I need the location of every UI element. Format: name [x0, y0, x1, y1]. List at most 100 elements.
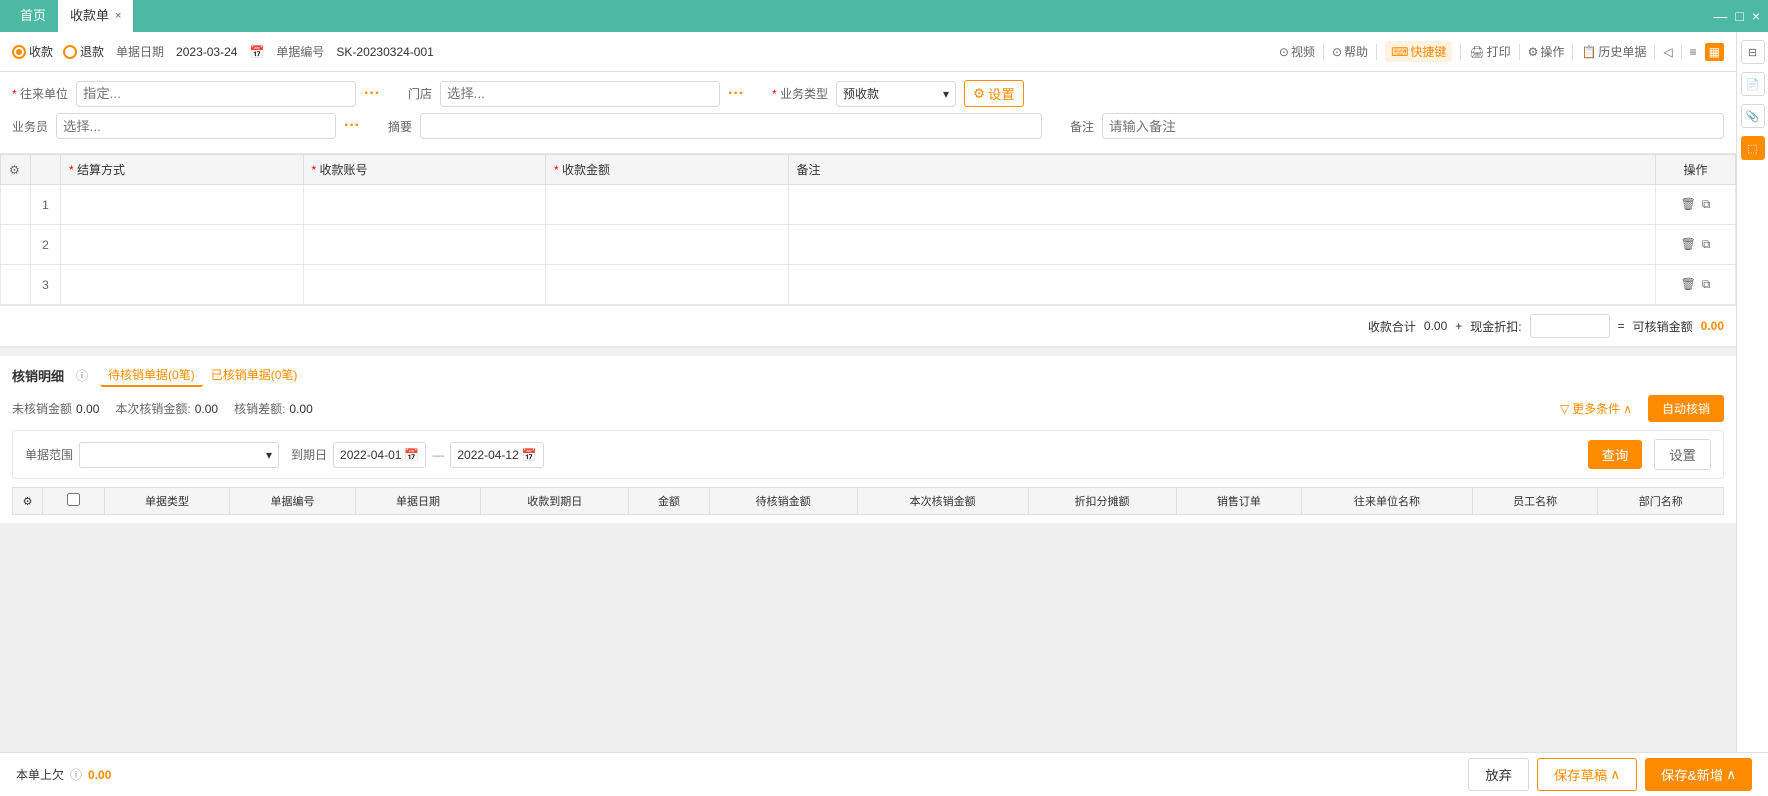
radio-receive[interactable]: 收款	[12, 43, 53, 60]
discount-input[interactable]	[1530, 314, 1610, 338]
td-action-2: 🗑 ⧉	[1656, 225, 1736, 265]
maximize-icon[interactable]: □	[1735, 8, 1743, 24]
customer-more-icon[interactable]: ···	[364, 85, 380, 103]
abandon-button[interactable]: 放弃	[1468, 758, 1529, 791]
tab-done[interactable]: 已核销单据(0笔)	[203, 364, 306, 387]
sidebar-attach-icon[interactable]: 📎	[1741, 104, 1765, 128]
minimize-icon[interactable]: —	[1713, 8, 1727, 24]
copy-icon-1[interactable]: ⧉	[1702, 197, 1711, 212]
more-conditions-label: 更多条件	[1572, 400, 1620, 417]
th-current-amount: 本次核销金额	[857, 488, 1028, 515]
store-input[interactable]	[440, 81, 720, 107]
tab-close-icon[interactable]: ×	[115, 0, 121, 32]
print-btn[interactable]: 🖨 打印	[1469, 43, 1510, 60]
customer-input[interactable]	[76, 81, 356, 107]
gear-bottom-icon[interactable]: ⚙	[23, 496, 33, 508]
date-separator: —	[432, 448, 444, 462]
bottom-table: ⚙ 单据类型 单据编号 单据日期 收款到期日 金额 待核销金额 本次核销金额 折…	[12, 487, 1724, 515]
td-row-3: 3	[31, 265, 61, 305]
due-label: 到期日	[291, 446, 327, 463]
draft-label: 保存草稿	[1554, 765, 1607, 784]
td-settlement-3[interactable]	[61, 265, 304, 305]
store-more-icon[interactable]: ···	[728, 85, 744, 103]
summary-input[interactable]	[420, 113, 1042, 139]
filter-settings-button[interactable]: 设置	[1654, 439, 1711, 470]
td-note-1[interactable]	[788, 185, 1656, 225]
td-row-2: 2	[31, 225, 61, 265]
more-conditions-btn[interactable]: ▽ 更多条件 ∧	[1560, 400, 1632, 417]
help-icon: ⊙	[1332, 45, 1342, 59]
td-amount-3[interactable]	[546, 265, 789, 305]
order-label: 本单上欠	[16, 766, 64, 783]
td-row-1: 1	[31, 185, 61, 225]
footer: 本单上欠 ⓘ 0.00 放弃 保存草稿 ∧ 保存&新增 ∧	[0, 752, 1768, 796]
range-chevron-icon: ▾	[266, 448, 272, 462]
filter-range: 单据范围 ▾	[25, 442, 279, 468]
tab-pending[interactable]: 待核销单据(0笔)	[100, 364, 203, 387]
close-icon[interactable]: ×	[1752, 8, 1760, 24]
td-amount-2[interactable]	[546, 225, 789, 265]
layout-icon[interactable]: ≡	[1690, 45, 1697, 59]
td-account-2[interactable]	[303, 225, 546, 265]
td-amount-1[interactable]	[546, 185, 789, 225]
save-label: 保存&新增	[1661, 765, 1723, 784]
date-start-value: 2022-04-01	[340, 448, 401, 462]
sidebar-active-icon[interactable]: ⬚	[1741, 136, 1765, 160]
table-gear-icon[interactable]: ⚙	[9, 163, 20, 177]
equals-sign: =	[1618, 319, 1625, 333]
shortcut-btn[interactable]: ⌨ 快捷键	[1385, 41, 1452, 62]
gear-icon: ⚙	[973, 86, 985, 102]
staff-more-icon[interactable]: ···	[344, 117, 360, 135]
note-input[interactable]	[1102, 113, 1724, 139]
td-note-2[interactable]	[788, 225, 1656, 265]
date-start[interactable]: 2022-04-01 📅	[333, 442, 426, 468]
range-select[interactable]: ▾	[79, 442, 279, 468]
save-button[interactable]: 保存&新增 ∧	[1645, 758, 1752, 791]
main-table: ⚙ 结算方式 收款账号 收款金额 备注 操作	[0, 154, 1736, 305]
td-note-3[interactable]	[788, 265, 1656, 305]
help-btn[interactable]: ⊙ 帮助	[1332, 43, 1368, 60]
select-all-checkbox[interactable]	[67, 493, 80, 506]
staff-input[interactable]	[56, 113, 336, 139]
settings-button[interactable]: ⚙ 设置	[964, 80, 1024, 107]
divider4	[1519, 44, 1520, 60]
sidebar-table-icon[interactable]: ⊟	[1741, 40, 1765, 64]
radio-receive-dot	[12, 45, 26, 59]
nav-prev-icon[interactable]: ◁	[1663, 45, 1672, 59]
tab-active[interactable]: 收款单 ×	[58, 0, 133, 32]
th-staff-name: 员工名称	[1472, 488, 1598, 515]
td-empty2	[1, 225, 31, 265]
tab-home[interactable]: 首页	[8, 0, 58, 32]
operation-btn[interactable]: ⚙ 操作	[1528, 43, 1565, 60]
delete-icon-1[interactable]: 🗑	[1681, 197, 1696, 212]
sidebar-doc-icon[interactable]: 📄	[1741, 72, 1765, 96]
td-account-3[interactable]	[303, 265, 546, 305]
grid-icon[interactable]: ▦	[1705, 43, 1724, 61]
range-label: 单据范围	[25, 446, 73, 463]
th-customer-name: 往来单位名称	[1302, 488, 1473, 515]
td-empty3	[1, 265, 31, 305]
auto-reconcile-button[interactable]: 自动核销	[1648, 395, 1724, 422]
th-sales-order: 销售订单	[1176, 488, 1302, 515]
td-account-1[interactable]	[303, 185, 546, 225]
calendar-icon[interactable]: 📅	[249, 45, 264, 59]
business-type-select[interactable]: 预收款 ▾	[836, 81, 956, 107]
date-end[interactable]: 2022-04-12 📅	[450, 442, 543, 468]
delete-icon-2[interactable]: 🗑	[1681, 237, 1696, 252]
delete-icon-3[interactable]: 🗑	[1681, 277, 1696, 292]
copy-icon-3[interactable]: ⧉	[1702, 277, 1711, 292]
save-chevron-icon: ∧	[1726, 767, 1736, 783]
query-button[interactable]: 查询	[1588, 440, 1643, 469]
history-btn[interactable]: 📋 历史单据	[1581, 43, 1646, 60]
reconcile-section: 核销明细 ⓘ 待核销单据(0笔) 已核销单据(0笔) 未核销金额 0.00 本次…	[0, 356, 1736, 523]
form-area: 往来单位 ··· 门店 ··· 业务类型 预收款 ▾ ⚙ 设置 业务员 ···	[0, 72, 1736, 154]
stat-diff: 核销差额: 0.00	[234, 400, 313, 417]
td-settlement-2[interactable]	[61, 225, 304, 265]
radio-refund[interactable]: 退款	[63, 43, 104, 60]
copy-icon-2[interactable]: ⧉	[1702, 237, 1711, 252]
draft-button[interactable]: 保存草稿 ∧	[1537, 758, 1637, 791]
staff-label: 业务员	[12, 118, 48, 135]
td-settlement-1[interactable]	[61, 185, 304, 225]
video-btn[interactable]: ⊙ 视频	[1279, 43, 1315, 60]
th-doc-type: 单据类型	[104, 488, 230, 515]
